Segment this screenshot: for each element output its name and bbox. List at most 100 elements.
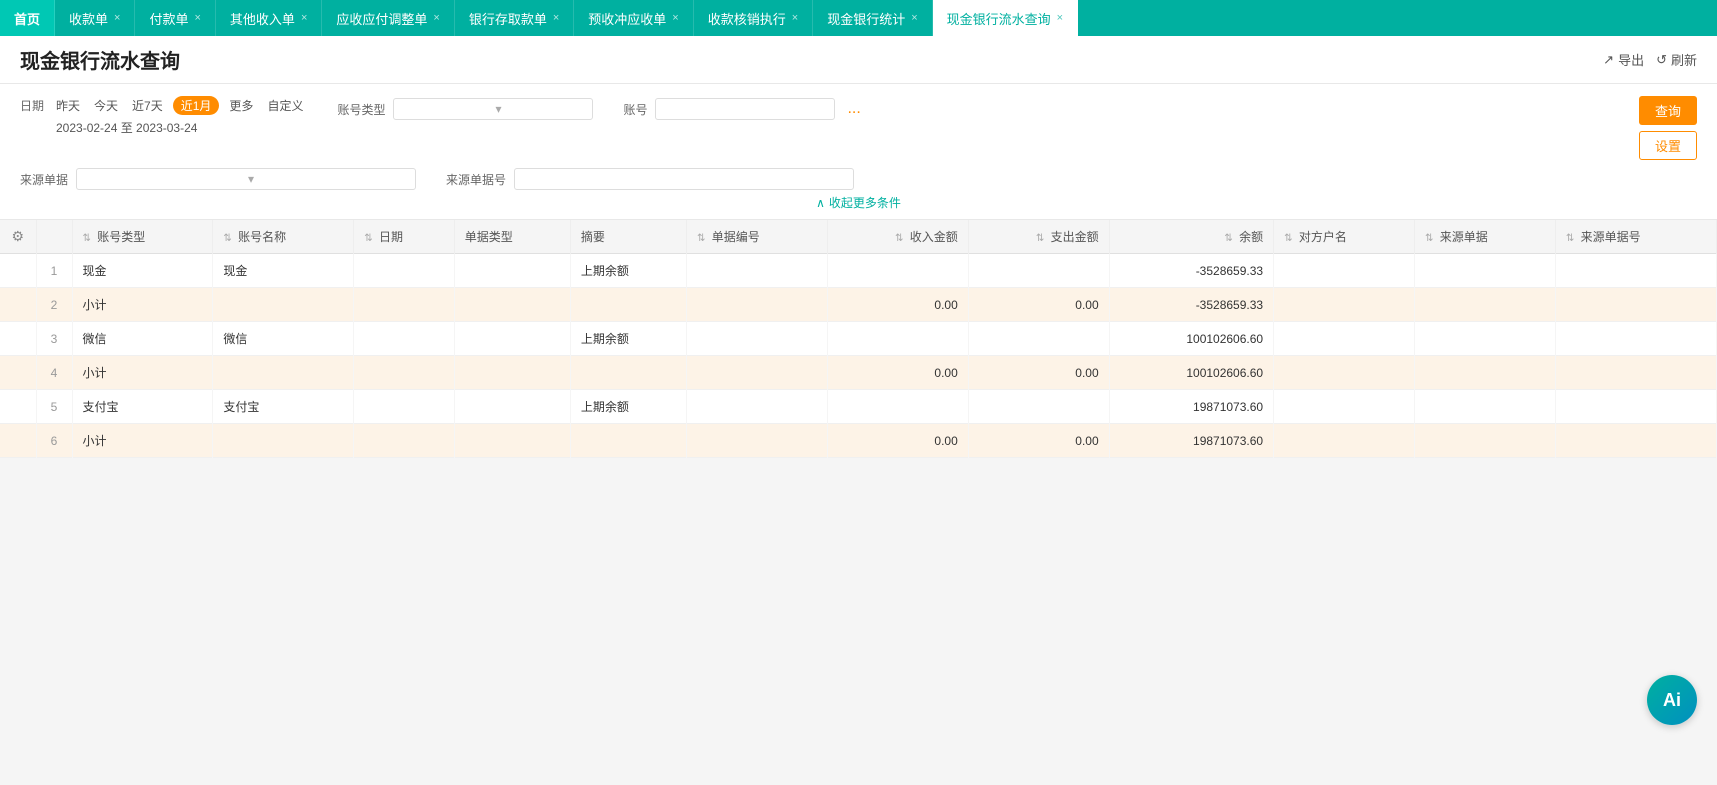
col-account-name[interactable]: ⇅ 账号名称 xyxy=(213,220,354,254)
table-row[interactable]: 1现金现金上期余额-3528659.33 xyxy=(0,254,1717,288)
nav-tab-collection[interactable]: 收款核销执行 × xyxy=(694,0,813,36)
col-gear[interactable]: ⚙ xyxy=(0,220,36,254)
table-row[interactable]: 2小计0.000.00-3528659.33 xyxy=(0,288,1717,322)
col-income[interactable]: ⇅ 收入金额 xyxy=(827,220,968,254)
refresh-icon: ↺ xyxy=(1656,52,1667,68)
cell-date xyxy=(354,254,455,288)
account-input[interactable] xyxy=(655,98,835,120)
nav-tab-receipts-label: 收款单 xyxy=(69,9,108,28)
col-doc-no[interactable]: ⇅ 单据编号 xyxy=(686,220,827,254)
table-row[interactable]: 4小计0.000.00100102606.60 xyxy=(0,356,1717,390)
col-summary-label: 摘要 xyxy=(581,230,605,244)
cell-num: 6 xyxy=(36,424,72,458)
cell-doc-type xyxy=(454,390,570,424)
nav-tab-bank-deposit-close[interactable]: × xyxy=(553,12,559,24)
cell-income xyxy=(827,254,968,288)
nav-tab-stats[interactable]: 现金银行统计 × xyxy=(813,0,932,36)
refresh-button[interactable]: ↺ 刷新 xyxy=(1656,50,1697,69)
cell-balance: -3528659.33 xyxy=(1109,254,1273,288)
col-counterparty[interactable]: ⇅ 对方户名 xyxy=(1274,220,1415,254)
cell-counterparty xyxy=(1274,390,1415,424)
cell-doc-no xyxy=(686,356,827,390)
nav-tab-other-income[interactable]: 其他收入单 × xyxy=(216,0,322,36)
sort-counterparty-icon: ⇅ xyxy=(1284,233,1292,244)
nav-tab-receipts[interactable]: 收款单 × xyxy=(55,0,135,36)
source-doc-label: 来源单据 xyxy=(20,171,68,188)
cell-account-type: 小计 xyxy=(72,288,213,322)
nav-tab-receipts-close[interactable]: × xyxy=(114,12,120,24)
nav-tab-adjustment-label: 应收应付调整单 xyxy=(336,9,427,28)
date-yesterday[interactable]: 昨天 xyxy=(52,96,84,115)
export-button[interactable]: ↗ 导出 xyxy=(1603,50,1644,69)
table-body: 1现金现金上期余额-3528659.332小计0.000.00-3528659.… xyxy=(0,254,1717,458)
cell-balance: 100102606.60 xyxy=(1109,356,1273,390)
nav-tab-cashflow-close[interactable]: × xyxy=(1057,12,1063,24)
nav-tab-other-income-close[interactable]: × xyxy=(301,12,307,24)
account-more-button[interactable]: ... xyxy=(847,100,860,118)
col-counterparty-label: 对方户名 xyxy=(1299,230,1347,244)
cell-summary xyxy=(570,288,686,322)
nav-tab-adjustment-close[interactable]: × xyxy=(433,12,439,24)
sort-source-doc-no-icon: ⇅ xyxy=(1566,233,1574,244)
nav-tab-collection-close[interactable]: × xyxy=(792,12,798,24)
cell-source-doc-no xyxy=(1555,322,1716,356)
col-balance[interactable]: ⇅ 余额 xyxy=(1109,220,1273,254)
cell-num: 3 xyxy=(36,322,72,356)
col-date[interactable]: ⇅ 日期 xyxy=(354,220,455,254)
query-button[interactable]: 查询 xyxy=(1639,96,1697,125)
col-account-name-label: 账号名称 xyxy=(238,230,286,244)
nav-tab-adjustment[interactable]: 应收应付调整单 × xyxy=(322,0,454,36)
nav-tab-bank-deposit[interactable]: 银行存取款单 × xyxy=(455,0,574,36)
cell-account-name: 微信 xyxy=(213,322,354,356)
col-expense[interactable]: ⇅ 支出金额 xyxy=(968,220,1109,254)
col-source-doc-no[interactable]: ⇅ 来源单据号 xyxy=(1555,220,1716,254)
source-doc-select[interactable]: ▾ xyxy=(76,168,416,190)
sort-account-name-icon: ⇅ xyxy=(223,233,231,244)
col-account-type[interactable]: ⇅ 账号类型 xyxy=(72,220,213,254)
cell-num: 1 xyxy=(36,254,72,288)
date-more[interactable]: 更多 xyxy=(225,96,257,115)
account-label: 账号 xyxy=(623,101,647,118)
table-row[interactable]: 6小计0.000.0019871073.60 xyxy=(0,424,1717,458)
nav-tab-cashflow[interactable]: 现金银行流水查询 × xyxy=(933,0,1078,36)
date-custom[interactable]: 自定义 xyxy=(263,96,307,115)
nav-tab-payments[interactable]: 付款单 × xyxy=(135,0,215,36)
table-row[interactable]: 3微信微信上期余额100102606.60 xyxy=(0,322,1717,356)
col-source-doc[interactable]: ⇅ 来源单据 xyxy=(1414,220,1555,254)
cell-balance: 100102606.60 xyxy=(1109,322,1273,356)
nav-tab-collection-label: 收款核销执行 xyxy=(708,9,786,28)
settings-button[interactable]: 设置 xyxy=(1639,131,1697,160)
cell-account-type: 现金 xyxy=(72,254,213,288)
account-type-chevron-icon: ▾ xyxy=(495,102,584,116)
cell-num: 2 xyxy=(36,288,72,322)
nav-tab-prepayment[interactable]: 预收冲应收单 × xyxy=(574,0,693,36)
nav-tab-stats-close[interactable]: × xyxy=(911,12,917,24)
cell-balance: 19871073.60 xyxy=(1109,390,1273,424)
ai-assistant-button[interactable]: Ai xyxy=(1647,675,1697,725)
nav-tab-payments-close[interactable]: × xyxy=(194,12,200,24)
cell-source-doc-no xyxy=(1555,390,1716,424)
cell-source-doc-no xyxy=(1555,254,1716,288)
table-settings-icon[interactable]: ⚙ xyxy=(11,228,24,244)
export-icon: ↗ xyxy=(1603,52,1614,68)
refresh-label: 刷新 xyxy=(1671,50,1697,69)
source-doc-no-label: 来源单据号 xyxy=(446,171,506,188)
account-type-select[interactable]: ▾ xyxy=(393,98,593,120)
cell-income: 0.00 xyxy=(827,356,968,390)
collapse-button[interactable]: ∧ 收起更多条件 xyxy=(816,194,901,211)
nav-home[interactable]: 首页 xyxy=(0,0,55,36)
date-1month[interactable]: 近1月 xyxy=(173,96,220,115)
cell-doc-type xyxy=(454,356,570,390)
date-today[interactable]: 今天 xyxy=(90,96,122,115)
cell-account-type: 支付宝 xyxy=(72,390,213,424)
cell-source-doc-no xyxy=(1555,424,1716,458)
sort-source-doc-icon: ⇅ xyxy=(1425,233,1433,244)
source-doc-no-input[interactable] xyxy=(514,168,854,190)
table-row[interactable]: 5支付宝支付宝上期余额19871073.60 xyxy=(0,390,1717,424)
date-7days[interactable]: 近7天 xyxy=(128,96,167,115)
nav-home-label: 首页 xyxy=(14,9,40,28)
cell-date xyxy=(354,356,455,390)
nav-tab-prepayment-close[interactable]: × xyxy=(672,12,678,24)
cell-gear xyxy=(0,322,36,356)
col-account-type-label: 账号类型 xyxy=(97,230,145,244)
